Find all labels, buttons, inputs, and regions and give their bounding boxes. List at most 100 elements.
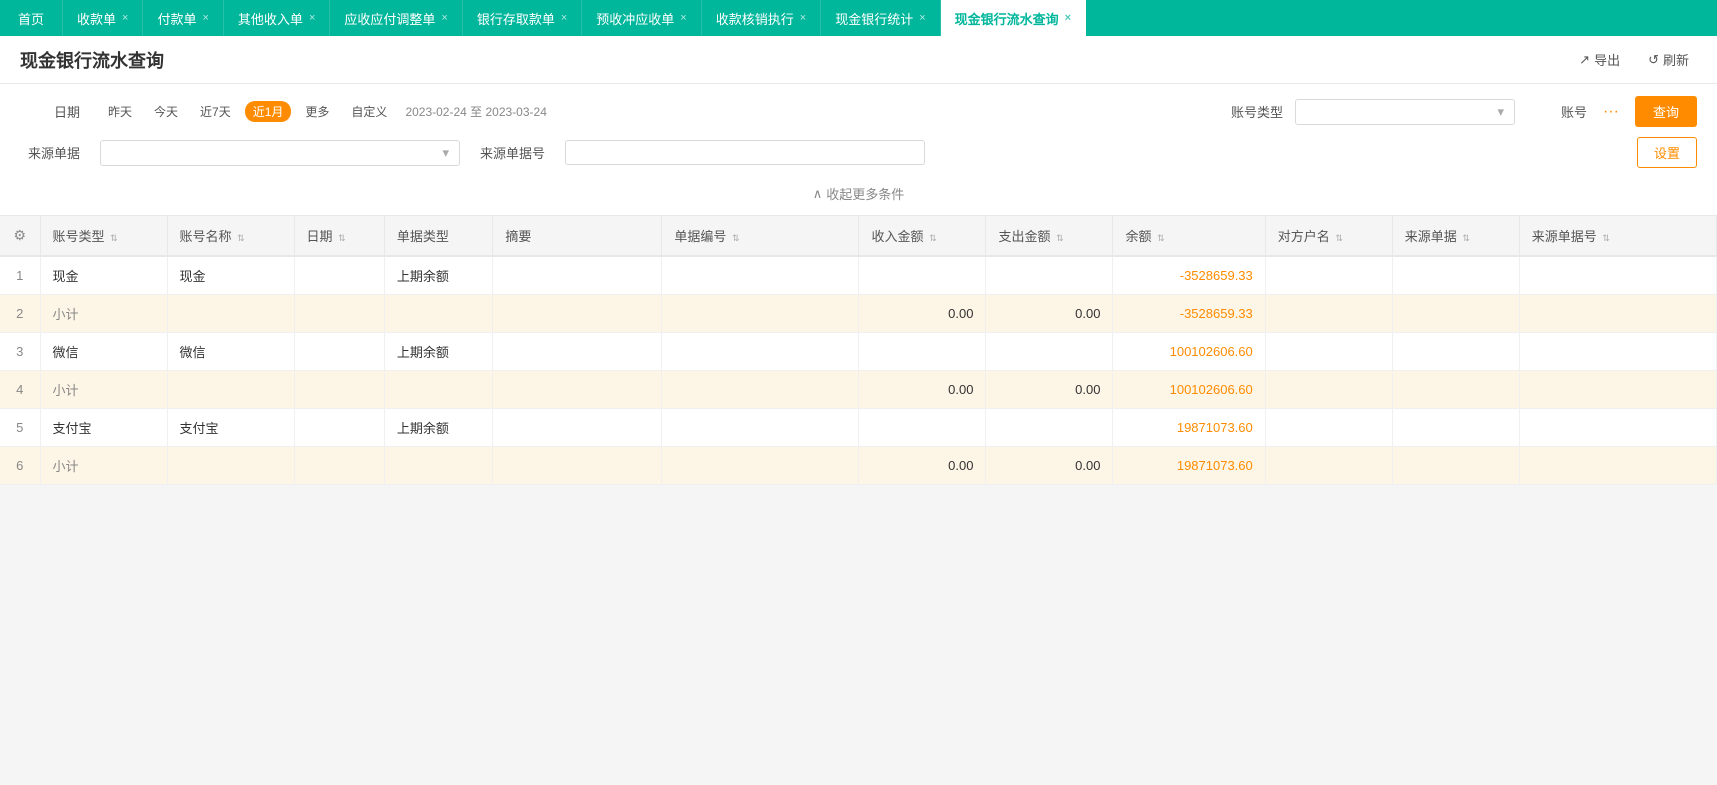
sort-icon: ⇅ [237, 233, 245, 243]
column-doc-type[interactable]: 单据类型 [384, 216, 492, 256]
column-summary[interactable]: 摘要 [493, 216, 662, 256]
account-type-select[interactable]: ▾ [1295, 99, 1515, 125]
page-header: 现金银行流水查询 ↗ 导出 ↺ 刷新 [0, 36, 1717, 84]
cell-source-doc [1392, 447, 1519, 485]
table-row: 3微信微信上期余额100102606.60 [0, 333, 1717, 371]
collapse-icon: ∧ [813, 186, 823, 202]
cell-account-type: 小计 [40, 447, 167, 485]
cell-date [294, 409, 384, 447]
date-btn-1month[interactable]: 近1月 [245, 101, 292, 122]
source-doc-no-input[interactable] [565, 140, 925, 165]
refresh-button[interactable]: ↺ 刷新 [1640, 46, 1697, 73]
cell-income: 0.00 [859, 295, 986, 333]
nav-tab-xianJinLiuShui[interactable]: 现金银行流水查询 × [941, 0, 1086, 36]
export-button[interactable]: ↗ 导出 [1571, 46, 1628, 73]
column-income[interactable]: 收入金额 ⇅ [859, 216, 986, 256]
table-row: 6小计0.000.0019871073.60 [0, 447, 1717, 485]
row-num: 6 [0, 447, 40, 485]
close-icon[interactable]: × [1065, 12, 1071, 24]
query-button[interactable]: 查询 [1635, 96, 1697, 127]
cell-account-name [167, 295, 294, 333]
close-icon[interactable]: × [561, 12, 567, 24]
column-expense[interactable]: 支出金额 ⇅ [986, 216, 1113, 256]
column-balance[interactable]: 余额 ⇅ [1113, 216, 1265, 256]
row-num: 3 [0, 333, 40, 371]
column-counterpart[interactable]: 对方户名 ⇅ [1265, 216, 1392, 256]
cell-balance: -3528659.33 [1113, 256, 1265, 295]
source-doc-select[interactable]: ▾ [100, 140, 460, 166]
account-label: 账号 [1527, 102, 1587, 121]
cell-summary [493, 256, 662, 295]
column-date[interactable]: 日期 ⇅ [294, 216, 384, 256]
close-icon[interactable]: × [800, 12, 806, 24]
cell-account-name [167, 447, 294, 485]
cell-date [294, 333, 384, 371]
cell-account-name: 支付宝 [167, 409, 294, 447]
nav-tab-xianJinTongJi[interactable]: 现金银行统计 × [821, 0, 940, 36]
cell-counterpart [1265, 371, 1392, 409]
column-account-name[interactable]: 账号名称 ⇅ [167, 216, 294, 256]
column-doc-no[interactable]: 单据编号 ⇅ [662, 216, 859, 256]
cell-date [294, 256, 384, 295]
date-btn-custom[interactable]: 自定义 [343, 101, 395, 122]
nav-home[interactable]: 首页 [0, 0, 63, 36]
page-title: 现金银行流水查询 [20, 47, 164, 73]
filter-area: 日期 昨天 今天 近7天 近1月 更多 自定义 2023-02-24 至 202… [0, 84, 1717, 216]
date-btn-more[interactable]: 更多 [297, 101, 337, 122]
cell-source-doc-no [1519, 256, 1716, 295]
cell-doc-type [384, 447, 492, 485]
collapse-bar[interactable]: ∧ 收起更多条件 [20, 178, 1697, 203]
sort-icon: ⇅ [1056, 233, 1064, 243]
date-btn-yesterday[interactable]: 昨天 [100, 101, 140, 122]
nav-tab-fuKuanDan[interactable]: 付款单 × [143, 0, 223, 36]
column-source-doc-no[interactable]: 来源单据号 ⇅ [1519, 216, 1716, 256]
data-table: ⚙ 账号类型 ⇅ 账号名称 ⇅ 日期 ⇅ 单据类型 摘要 [0, 216, 1717, 485]
cell-counterpart [1265, 447, 1392, 485]
row-num: 5 [0, 409, 40, 447]
nav-tab-yuShouChong[interactable]: 预收冲应收单 × [582, 0, 701, 36]
cell-income [859, 409, 986, 447]
cell-doc-type: 上期余额 [384, 333, 492, 371]
table-body: 1现金现金上期余额-3528659.332小计0.000.00-3528659.… [0, 256, 1717, 485]
cell-income [859, 333, 986, 371]
cell-account-name: 现金 [167, 256, 294, 295]
cell-summary [493, 295, 662, 333]
nav-tab-shouKuanHexiao[interactable]: 收款核销执行 × [702, 0, 821, 36]
column-account-type[interactable]: 账号类型 ⇅ [40, 216, 167, 256]
cell-doc-no [662, 256, 859, 295]
sort-icon: ⇅ [338, 233, 346, 243]
source-doc-label: 来源单据 [20, 143, 80, 162]
cell-source-doc [1392, 333, 1519, 371]
date-btn-today[interactable]: 今天 [146, 101, 186, 122]
nav-tab-qitaShouRuDan[interactable]: 其他收入单 × [224, 0, 330, 36]
cell-doc-type: 上期余额 [384, 409, 492, 447]
sort-icon: ⇅ [1335, 233, 1343, 243]
close-icon[interactable]: × [919, 12, 925, 24]
settings-button[interactable]: 设置 [1637, 137, 1697, 168]
chevron-down-icon: ▾ [1497, 104, 1504, 120]
table-row: 2小计0.000.00-3528659.33 [0, 295, 1717, 333]
close-icon[interactable]: × [680, 12, 686, 24]
close-icon[interactable]: × [202, 12, 208, 24]
close-icon[interactable]: × [309, 12, 315, 24]
table-row: 1现金现金上期余额-3528659.33 [0, 256, 1717, 295]
cell-doc-no [662, 295, 859, 333]
column-source-doc[interactable]: 来源单据 ⇅ [1392, 216, 1519, 256]
cell-counterpart [1265, 256, 1392, 295]
account-dots-button[interactable]: ··· [1599, 103, 1623, 121]
cell-doc-no [662, 333, 859, 371]
cell-expense: 0.00 [986, 447, 1113, 485]
column-gear[interactable]: ⚙ [0, 216, 40, 256]
nav-tab-yinHangCunQu[interactable]: 银行存取款单 × [463, 0, 582, 36]
cell-balance: -3528659.33 [1113, 295, 1265, 333]
nav-tab-yingShouTiaoZheng[interactable]: 应收应付调整单 × [330, 0, 462, 36]
close-icon[interactable]: × [122, 12, 128, 24]
filter-row-date: 日期 昨天 今天 近7天 近1月 更多 自定义 2023-02-24 至 202… [20, 96, 1697, 127]
nav-tab-shouKuanDan[interactable]: 收款单 × [63, 0, 143, 36]
cell-summary [493, 409, 662, 447]
cell-expense: 0.00 [986, 295, 1113, 333]
cell-expense [986, 333, 1113, 371]
date-btn-7days[interactable]: 近7天 [192, 101, 239, 122]
close-icon[interactable]: × [441, 12, 447, 24]
header-actions: ↗ 导出 ↺ 刷新 [1571, 46, 1697, 73]
